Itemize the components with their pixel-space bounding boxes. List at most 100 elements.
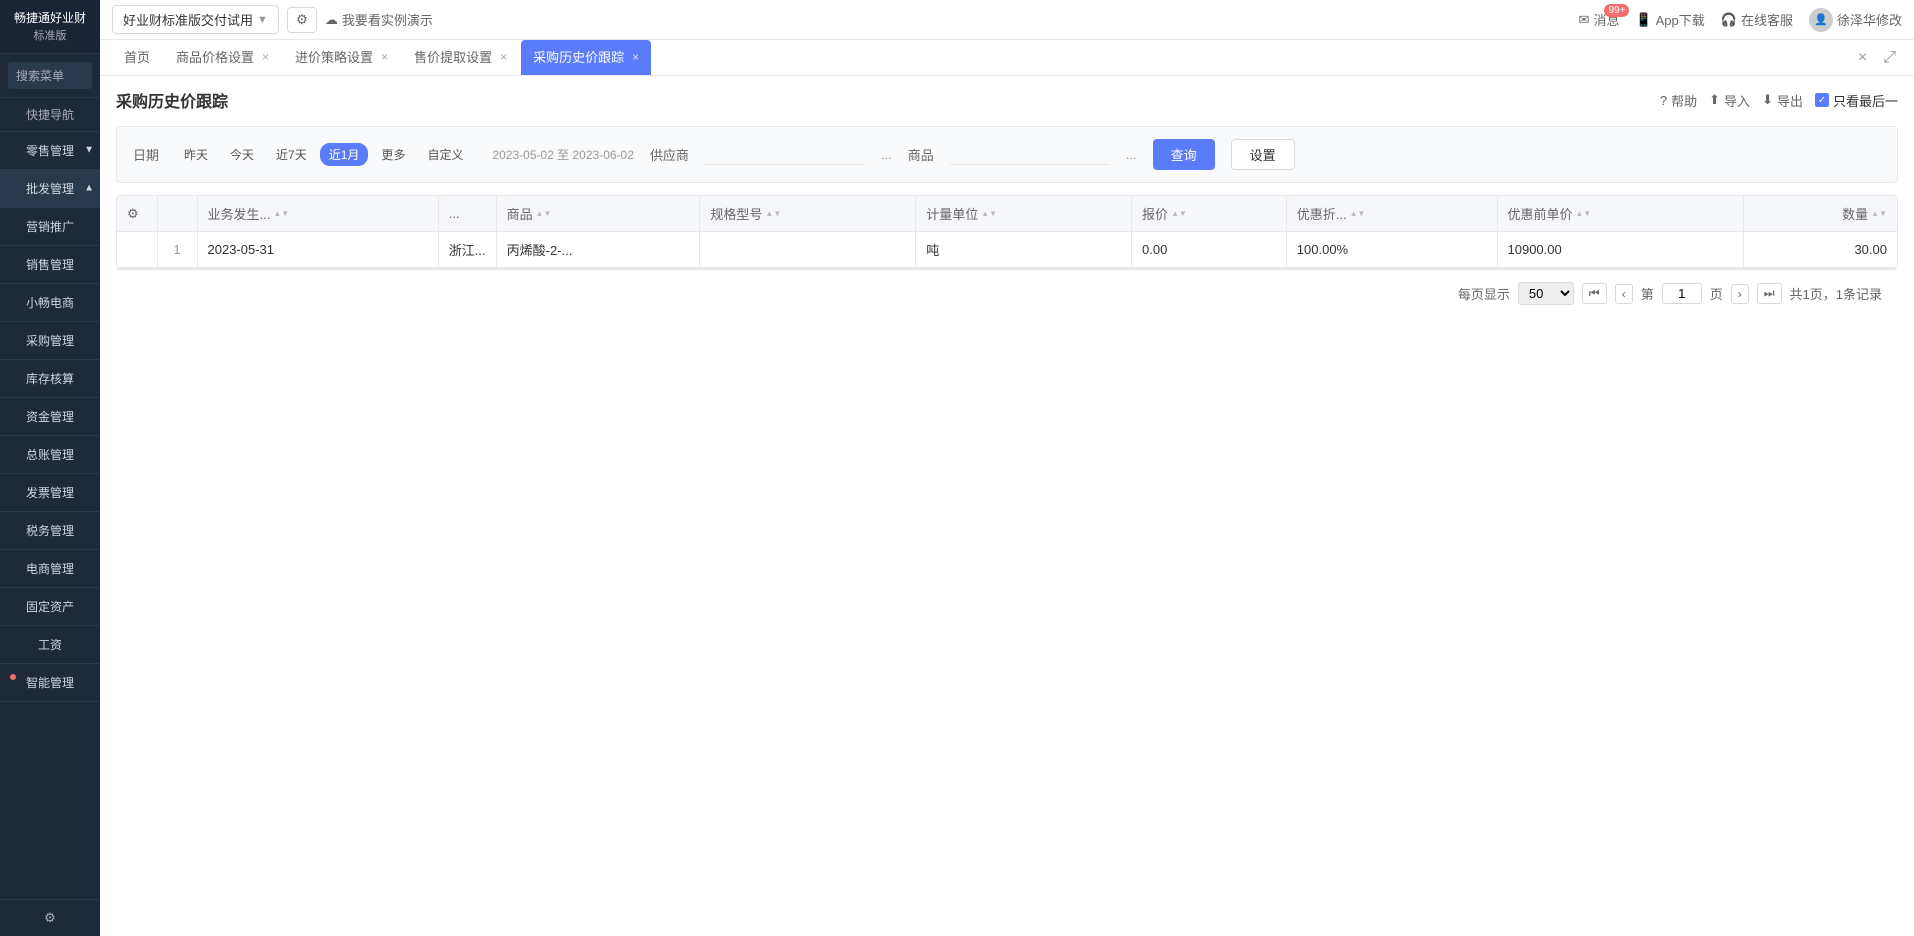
- sort-icon: ▲▼: [981, 210, 997, 218]
- sidebar-item-sales[interactable]: 销售管理: [0, 246, 100, 284]
- sidebar-item-wholesale[interactable]: 批发管理 ▲: [0, 170, 100, 208]
- sort-icon: ▲▼: [273, 210, 289, 218]
- sort-discount[interactable]: 优惠折... ▲▼: [1297, 204, 1366, 223]
- sort-goods[interactable]: 商品 ▲▼: [507, 204, 552, 223]
- help-label: 帮助: [1671, 91, 1697, 110]
- col-label[interactable]: ...: [449, 206, 460, 221]
- col-pre-discount-price: 优惠前单价 ▲▼: [1497, 196, 1743, 232]
- cell-supplier: 浙江...: [438, 232, 496, 268]
- date-range-display: 2023-05-02 至 2023-06-02: [492, 146, 633, 163]
- supplier-input[interactable]: [705, 145, 865, 165]
- tab-price-settings[interactable]: 商品价格设置 ×: [164, 40, 281, 75]
- tab-label: 采购历史价跟踪: [533, 47, 624, 66]
- close-icon[interactable]: ×: [262, 50, 269, 64]
- quick-nav-button[interactable]: 快捷导航: [0, 98, 100, 132]
- col-quote: 报价 ▲▼: [1132, 196, 1287, 232]
- sort-spec[interactable]: 规格型号 ▲▼: [710, 204, 781, 223]
- tab-purchase-strategy[interactable]: 进价策略设置 ×: [283, 40, 400, 75]
- goods-input[interactable]: [950, 145, 1110, 165]
- next-page-button[interactable]: ›: [1731, 284, 1749, 304]
- col-label: 业务发生...: [208, 204, 271, 223]
- message-badge: 99+: [1604, 4, 1629, 17]
- close-icon[interactable]: ×: [500, 50, 507, 64]
- table-header-row: ⚙ 业务发生... ▲▼ ...: [117, 196, 1897, 232]
- col-label: 优惠前单价: [1508, 204, 1573, 223]
- date-btn-1month[interactable]: 近1月: [320, 143, 369, 166]
- filter-settings-button[interactable]: 设置: [1231, 139, 1295, 170]
- col-more: ...: [438, 196, 496, 232]
- supplier-more-btn[interactable]: ...: [881, 147, 892, 162]
- close-tab-button[interactable]: ×: [1852, 47, 1873, 69]
- tab-label: 售价提取设置: [414, 47, 492, 66]
- sort-unit[interactable]: 计量单位 ▲▼: [926, 204, 997, 223]
- sidebar-item-finance[interactable]: 资金管理: [0, 398, 100, 436]
- app-download-button[interactable]: 📱 App下载: [1635, 10, 1704, 29]
- export-button[interactable]: ⬇ 导出: [1762, 91, 1803, 110]
- sidebar-item-inventory[interactable]: 库存核算: [0, 360, 100, 398]
- sidebar-item-marketing[interactable]: 营销推广: [0, 208, 100, 246]
- date-btn-more[interactable]: 更多: [372, 143, 414, 166]
- sidebar-item-label: 电商管理: [26, 560, 74, 577]
- sidebar-settings-button[interactable]: ⚙: [0, 899, 100, 936]
- sort-pre-discount-price[interactable]: 优惠前单价 ▲▼: [1508, 204, 1592, 223]
- col-label: 商品: [507, 204, 533, 223]
- headset-icon: 🎧: [1721, 12, 1737, 28]
- sidebar-item-smart[interactable]: 智能管理: [0, 664, 100, 702]
- import-button[interactable]: ⬆ 导入: [1709, 91, 1750, 110]
- date-btn-7days[interactable]: 近7天: [267, 143, 316, 166]
- pagination: 每页显示 50 20 100 ⏮ ‹ 第 1 页 › ⏭ 共1页，1条记录: [116, 269, 1898, 317]
- online-service-button[interactable]: 🎧 在线客服: [1721, 10, 1793, 29]
- sort-icon: ▲▼: [1871, 210, 1887, 218]
- sidebar-item-payroll[interactable]: 工资: [0, 626, 100, 664]
- settings-icon: ⚙: [44, 910, 56, 925]
- cell-idx: 1: [157, 232, 197, 268]
- sidebar-item-fixed-assets[interactable]: 固定资产: [0, 588, 100, 626]
- table-body: 1 2023-05-31 浙江... 丙烯酸-2-... 吨 0.00 100.…: [117, 232, 1897, 268]
- last-page-button[interactable]: ⏭: [1757, 283, 1782, 304]
- edition-selector[interactable]: 好业财标准版交付试用 ▼: [112, 5, 279, 34]
- close-icon[interactable]: ×: [632, 50, 639, 64]
- page-number-input[interactable]: 1: [1662, 283, 1702, 304]
- supplier-filter-label: 供应商: [650, 145, 689, 164]
- expand-tab-button[interactable]: ⤢: [1877, 47, 1902, 69]
- prev-page-button[interactable]: ‹: [1615, 284, 1633, 304]
- message-button[interactable]: ✉ 消息 99+: [1579, 10, 1620, 29]
- only-last-checkbox[interactable]: 只看最后一: [1815, 91, 1898, 110]
- page-header: 采购历史价跟踪 ? 帮助 ⬆ 导入 ⬇ 导出: [116, 88, 1898, 112]
- sidebar-item-label: 零售管理: [26, 142, 74, 159]
- tab-sale-price[interactable]: 售价提取设置 ×: [402, 40, 519, 75]
- demo-button[interactable]: ☁ 我要看实例演示: [325, 10, 433, 29]
- search-menu-button[interactable]: 搜索菜单: [8, 62, 92, 89]
- filter-area: 日期 昨天 今天 近7天 近1月 更多 自定义 2023-05-02 至 202…: [116, 126, 1898, 183]
- sort-qty[interactable]: 数量 ▲▼: [1842, 204, 1887, 223]
- col-gear: ⚙: [117, 196, 157, 232]
- col-label: 数量: [1842, 204, 1868, 223]
- query-button[interactable]: 查询: [1153, 139, 1215, 170]
- sidebar-item-general-ledger[interactable]: 总账管理: [0, 436, 100, 474]
- sidebar-item-ecommerce[interactable]: 电商管理: [0, 550, 100, 588]
- sort-biz-date[interactable]: 业务发生... ▲▼: [208, 204, 290, 223]
- gear-icon[interactable]: ⚙: [127, 206, 139, 221]
- goods-filter-label: 商品: [908, 145, 934, 164]
- user-menu-button[interactable]: 👤 徐泽华修改: [1809, 8, 1902, 32]
- data-table: ⚙ 业务发生... ▲▼ ...: [117, 196, 1897, 268]
- sidebar-item-ecommerce-small[interactable]: 小畅电商: [0, 284, 100, 322]
- sidebar-item-retail[interactable]: 零售管理 ▼: [0, 132, 100, 170]
- content-area: 采购历史价跟踪 ? 帮助 ⬆ 导入 ⬇ 导出: [100, 76, 1914, 936]
- close-icon[interactable]: ×: [381, 50, 388, 64]
- topbar-settings-button[interactable]: ⚙: [287, 7, 317, 33]
- sidebar-item-purchase[interactable]: 采购管理: [0, 322, 100, 360]
- goods-more-btn[interactable]: ...: [1126, 147, 1137, 162]
- sort-quote[interactable]: 报价 ▲▼: [1142, 204, 1187, 223]
- per-page-label: 每页显示: [1458, 284, 1510, 303]
- tab-purchase-history[interactable]: 采购历史价跟踪 ×: [521, 40, 651, 75]
- per-page-select[interactable]: 50 20 100: [1518, 282, 1574, 305]
- help-button[interactable]: ? 帮助: [1660, 91, 1697, 110]
- date-btn-today[interactable]: 今天: [221, 143, 263, 166]
- date-btn-yesterday[interactable]: 昨天: [175, 143, 217, 166]
- sidebar-item-tax[interactable]: 税务管理: [0, 512, 100, 550]
- sidebar-item-invoice[interactable]: 发票管理: [0, 474, 100, 512]
- date-btn-custom[interactable]: 自定义: [418, 143, 472, 166]
- tab-home[interactable]: 首页: [112, 40, 162, 75]
- first-page-button[interactable]: ⏮: [1582, 283, 1607, 304]
